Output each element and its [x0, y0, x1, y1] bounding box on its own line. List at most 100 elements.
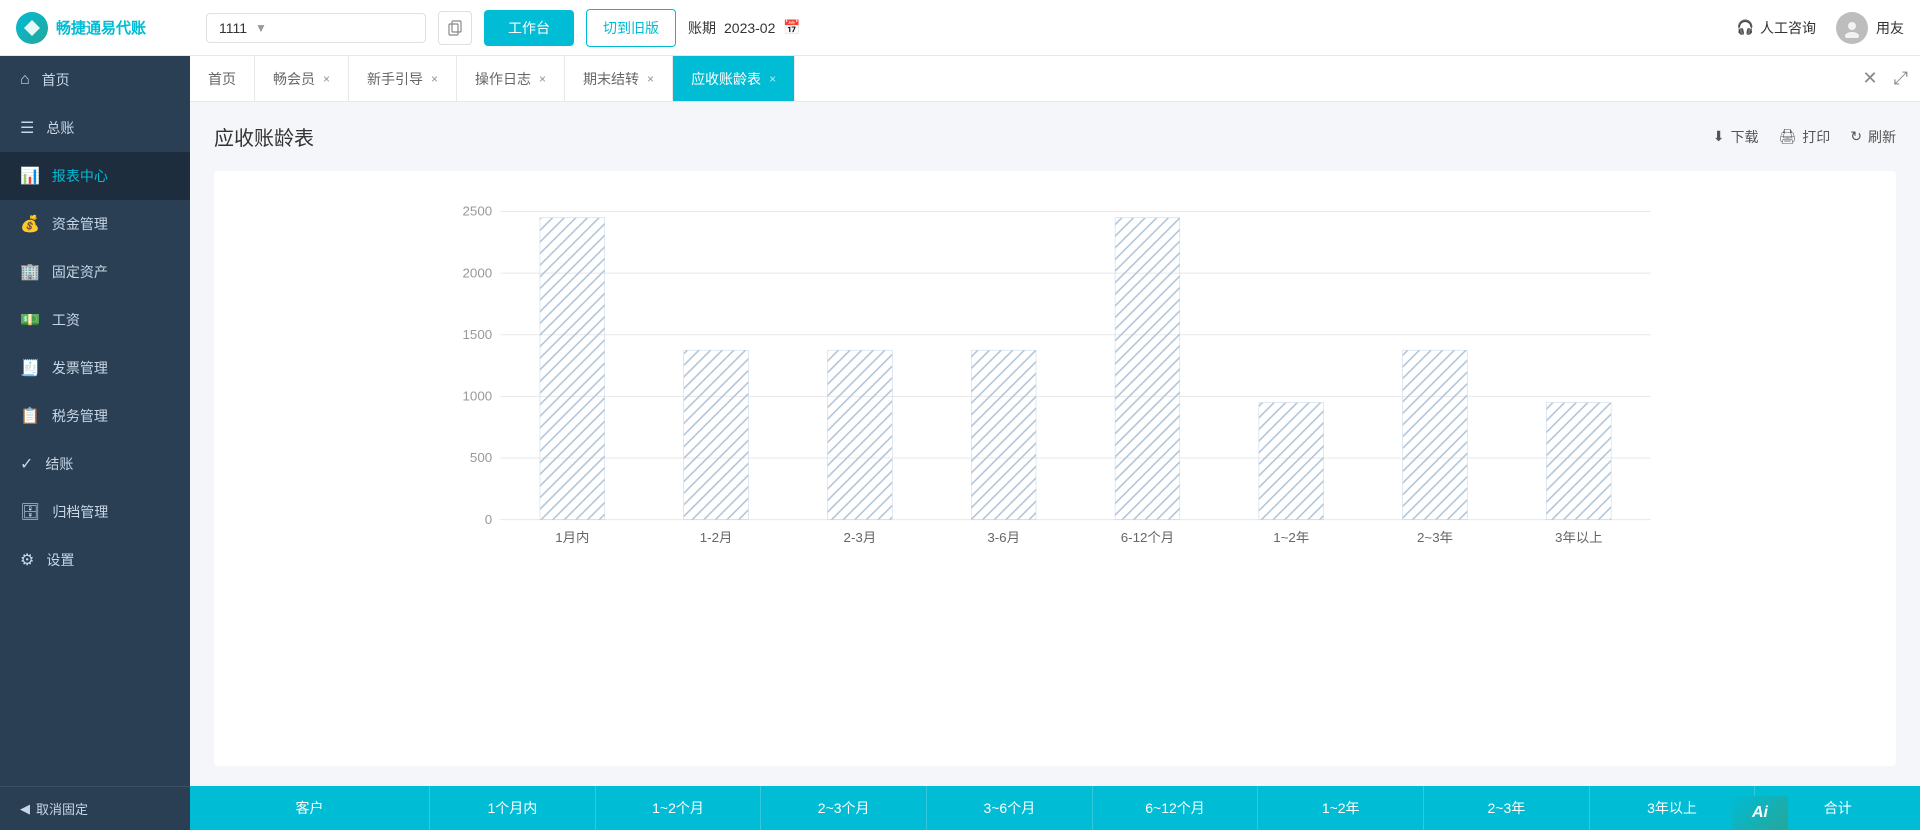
tab-home[interactable]: 首页 — [190, 56, 255, 101]
tab-label-guide: 新手引导 — [367, 69, 423, 89]
user-area[interactable]: 用友 — [1836, 12, 1904, 44]
sidebar-label-tax: 税务管理 — [52, 406, 108, 426]
svg-text:0: 0 — [485, 512, 492, 527]
svg-text:1500: 1500 — [463, 327, 493, 342]
tab-close-member[interactable]: × — [323, 72, 330, 86]
tab-guide[interactable]: 新手引导 × — [349, 56, 457, 101]
tab-period-end[interactable]: 期末结转 × — [565, 56, 673, 101]
page-title: 应收账龄表 — [214, 122, 314, 151]
table-header-8: 3年以上 — [1590, 786, 1756, 830]
chart-container: 050010001500200025001月内1-2月2-3月3-6月6-12个… — [214, 171, 1896, 766]
period-value: 2023-02 — [724, 20, 775, 36]
tab-aging[interactable]: 应收账龄表 × — [673, 56, 795, 101]
sidebar-label-assets: 固定资产 — [52, 262, 108, 282]
sidebar-icon-invoice: 🧾 — [20, 358, 40, 378]
logo-icon — [16, 12, 48, 44]
company-select[interactable]: 1111 ▼ — [206, 13, 426, 43]
header-right: 🎧 人工咨询 用友 — [1737, 12, 1904, 44]
headset-icon: 🎧 — [1737, 19, 1754, 36]
sidebar-item-salary[interactable]: 💵 工资 — [0, 296, 190, 344]
table-header-4: 3~6个月 — [927, 786, 1093, 830]
sidebar-item-tax[interactable]: 📋 税务管理 — [0, 392, 190, 440]
download-icon: ⬇ — [1713, 128, 1725, 145]
sidebar-label-reports: 报表中心 — [52, 166, 108, 186]
period-label: 账期 — [688, 18, 716, 38]
download-button[interactable]: ⬇ 下载 — [1713, 127, 1759, 147]
print-button[interactable]: 🖨 打印 — [1778, 127, 1830, 147]
tab-label-period-end: 期末结转 — [583, 69, 639, 89]
svg-text:6-12个月: 6-12个月 — [1121, 530, 1174, 545]
svg-text:2~3年: 2~3年 — [1417, 530, 1453, 545]
copy-button[interactable] — [438, 11, 472, 45]
sidebar-label-ledger: 总账 — [46, 118, 74, 138]
sidebar-item-assets[interactable]: 🏢 固定资产 — [0, 248, 190, 296]
cancel-fixed-icon: ◀ — [20, 801, 30, 817]
sidebar-item-home[interactable]: ⌂ 首页 — [0, 56, 190, 104]
svg-text:1月内: 1月内 — [555, 530, 589, 545]
sidebar-item-funds[interactable]: 💰 资金管理 — [0, 200, 190, 248]
page-header: 应收账龄表 ⬇ 下载 🖨 打印 ↻ 刷新 — [214, 122, 1896, 151]
sidebar-item-reports[interactable]: 📊 报表中心 — [0, 152, 190, 200]
page-content: 应收账龄表 ⬇ 下载 🖨 打印 ↻ 刷新 — [190, 102, 1920, 786]
sidebar-icon-archive: 🗄 — [20, 502, 40, 522]
table-header-row: 客户1个月内1~2个月2~3个月3~6个月6~12个月1~2年2~3年3年以上合… — [190, 786, 1920, 830]
tab-close-guide[interactable]: × — [431, 72, 438, 86]
tab-label-home: 首页 — [208, 69, 236, 89]
svg-text:2500: 2500 — [463, 204, 493, 219]
tab-label-member: 畅会员 — [273, 69, 315, 89]
tab-close-oplog[interactable]: × — [539, 72, 546, 86]
sidebar: ⌂ 首页 ☰ 总账 📊 报表中心 💰 资金管理 🏢 固定资产 💵 工资 🧾 发票… — [0, 56, 190, 830]
consult-button[interactable]: 🎧 人工咨询 — [1737, 18, 1816, 38]
main-layout: ⌂ 首页 ☰ 总账 📊 报表中心 💰 资金管理 🏢 固定资产 💵 工资 🧾 发票… — [0, 56, 1920, 830]
refresh-button[interactable]: ↻ 刷新 — [1850, 127, 1896, 147]
sidebar-label-salary: 工资 — [52, 310, 80, 330]
workbench-button[interactable]: 工作台 — [484, 10, 574, 46]
calendar-icon[interactable]: 📅 — [783, 19, 800, 36]
tabs-actions: ✕ ⤢ — [1859, 64, 1920, 93]
switch-old-button[interactable]: 切到旧版 — [586, 9, 676, 47]
sidebar-scroll: ⌂ 首页 ☰ 总账 📊 报表中心 💰 资金管理 🏢 固定资产 💵 工资 🧾 发票… — [0, 56, 190, 786]
expand-tab-button[interactable]: ⤢ — [1890, 64, 1912, 93]
ai-badge[interactable]: Ai — [1732, 796, 1788, 830]
content-area: 首页 畅会员 × 新手引导 × 操作日志 × 期末结转 × 应收账龄表 × ✕ ⤢ 应收账龄表 ⬇ … — [190, 56, 1920, 830]
sidebar-icon-tax: 📋 — [20, 406, 40, 426]
table-header-5: 6~12个月 — [1093, 786, 1259, 830]
tab-oplog[interactable]: 操作日志 × — [457, 56, 565, 101]
company-name: 1111 — [219, 20, 247, 36]
sidebar-item-settings[interactable]: ⚙ 设置 — [0, 536, 190, 584]
sidebar-item-invoice[interactable]: 🧾 发票管理 — [0, 344, 190, 392]
logo-area: 畅捷通易代账 — [16, 12, 206, 44]
avatar — [1836, 12, 1868, 44]
table-header-2: 1~2个月 — [596, 786, 762, 830]
print-label: 打印 — [1802, 127, 1830, 147]
sidebar-icon-funds: 💰 — [20, 214, 40, 234]
bar-chart: 050010001500200025001月内1-2月2-3月3-6月6-12个… — [234, 191, 1876, 571]
user-label: 用友 — [1876, 18, 1904, 38]
sidebar-icon-settings: ⚙ — [20, 550, 34, 570]
refresh-icon: ↻ — [1850, 128, 1862, 145]
tab-member[interactable]: 畅会员 × — [255, 56, 349, 101]
table-header-7: 2~3年 — [1424, 786, 1590, 830]
sidebar-label-archive: 归档管理 — [52, 502, 108, 522]
cancel-fixed-label: 取消固定 — [36, 799, 88, 818]
sidebar-icon-salary: 💵 — [20, 310, 40, 330]
tab-label-oplog: 操作日志 — [475, 69, 531, 89]
tab-close-aging[interactable]: × — [769, 72, 776, 86]
tab-close-period-end[interactable]: × — [647, 72, 654, 86]
tab-label-aging: 应收账龄表 — [691, 69, 761, 89]
sidebar-item-checkout[interactable]: ✓ 结账 — [0, 440, 190, 488]
svg-text:1-2月: 1-2月 — [700, 530, 733, 545]
sidebar-icon-home: ⌂ — [20, 71, 30, 89]
tabs-bar: 首页 畅会员 × 新手引导 × 操作日志 × 期末结转 × 应收账龄表 × ✕ ⤢ — [190, 56, 1920, 102]
chevron-down-icon: ▼ — [255, 21, 267, 35]
table-header-3: 2~3个月 — [761, 786, 927, 830]
svg-text:2-3月: 2-3月 — [844, 530, 877, 545]
sidebar-label-invoice: 发票管理 — [52, 358, 108, 378]
sidebar-item-archive[interactable]: 🗄 归档管理 — [0, 488, 190, 536]
close-tab-button[interactable]: ✕ — [1859, 64, 1882, 93]
svg-text:3-6月: 3-6月 — [987, 530, 1020, 545]
cancel-fixed-button[interactable]: ◀ 取消固定 — [0, 786, 190, 830]
sidebar-label-funds: 资金管理 — [52, 214, 108, 234]
sidebar-item-ledger[interactable]: ☰ 总账 — [0, 104, 190, 152]
sidebar-icon-checkout: ✓ — [20, 454, 33, 474]
